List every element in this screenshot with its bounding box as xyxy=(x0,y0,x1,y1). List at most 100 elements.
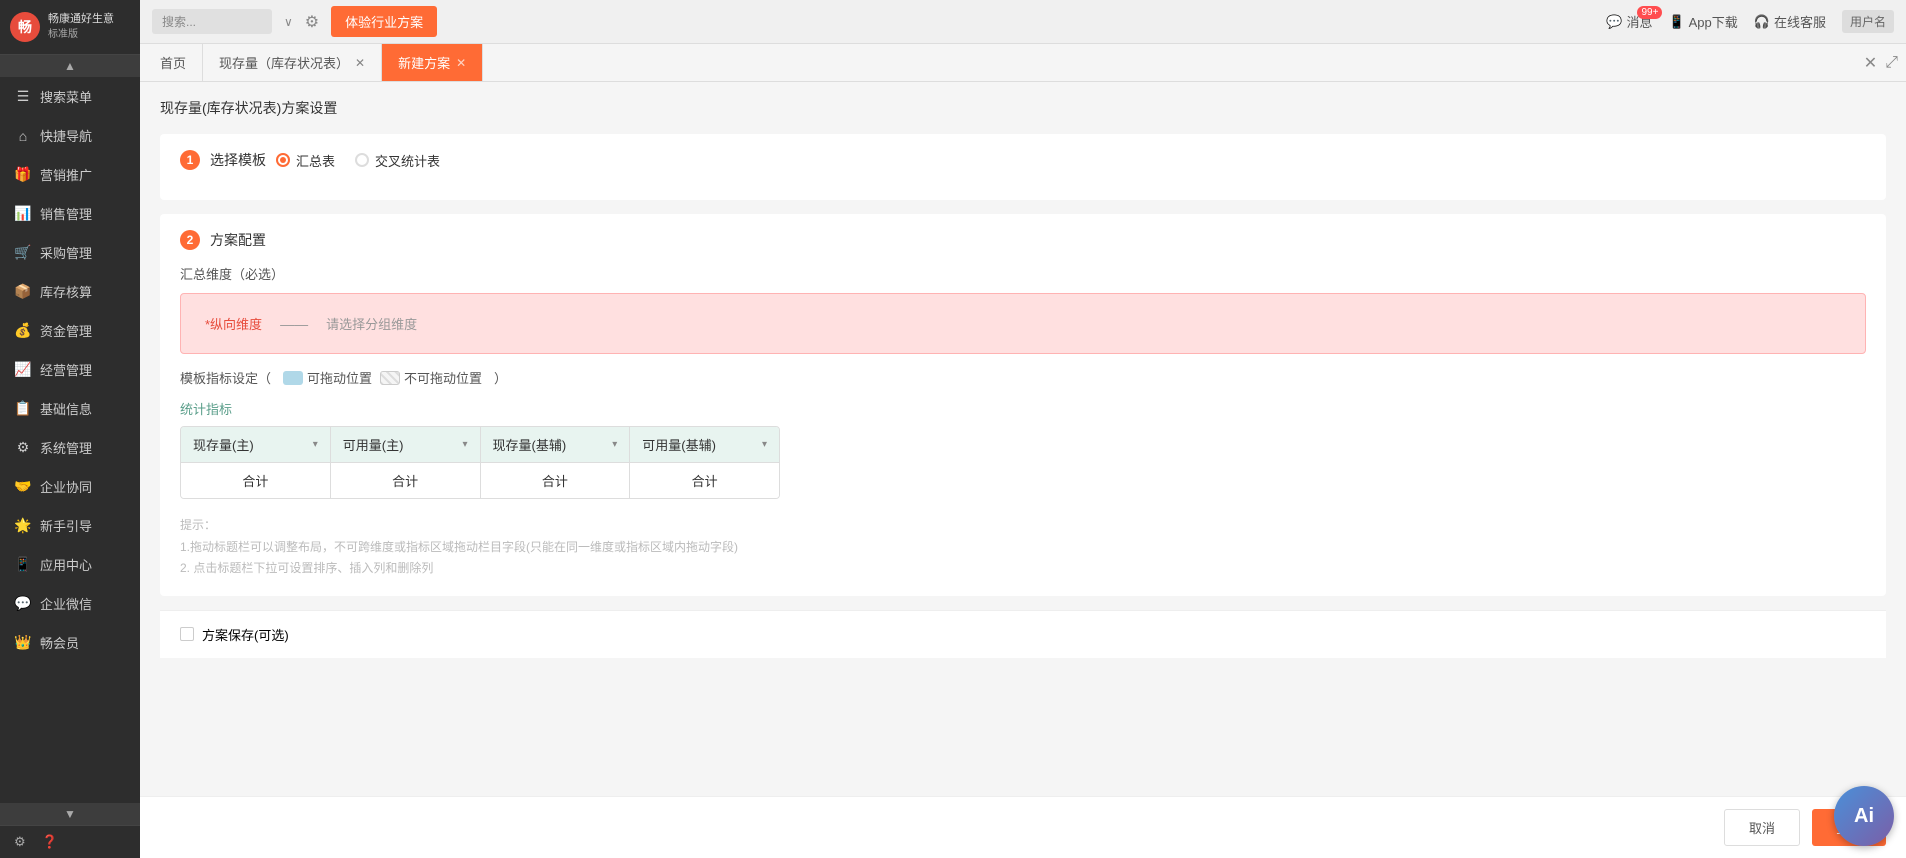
trend-icon: 📈 xyxy=(14,361,32,379)
sidebar-logo: 畅 畅康通好生意 标准版 xyxy=(0,0,140,55)
dimension-box[interactable]: *纵向维度 —— 请选择分组维度 xyxy=(180,293,1866,354)
stats-col-4-label: 可用量(基辅) xyxy=(642,435,716,454)
sidebar-item-label: 企业微信 xyxy=(40,594,92,613)
tab-home[interactable]: 首页 xyxy=(140,44,203,81)
sidebar-item-member[interactable]: 👑 畅会员 xyxy=(0,623,140,662)
save-checkbox[interactable] xyxy=(180,627,194,641)
sidebar-item-operations[interactable]: 📈 经营管理 xyxy=(0,350,140,389)
app-download-label: App下载 xyxy=(1689,12,1738,31)
radio-dot-cross xyxy=(355,153,369,167)
cancel-button[interactable]: 取消 xyxy=(1724,809,1800,846)
sidebar-item-label: 营销推广 xyxy=(40,165,92,184)
app-download-button[interactable]: 📱 App下载 xyxy=(1668,12,1737,31)
sidebar-item-label: 系统管理 xyxy=(40,438,92,457)
stats-cell-3: 合计 xyxy=(481,463,631,498)
online-service-button[interactable]: 🎧 在线客服 xyxy=(1754,12,1826,31)
phone-icon: 📱 xyxy=(14,556,32,574)
sidebar-scroll-down[interactable]: ▼ xyxy=(0,803,140,825)
sidebar-item-label: 新手引导 xyxy=(40,516,92,535)
gift-icon: 🎁 xyxy=(14,166,32,184)
download-icon: 📱 xyxy=(1668,14,1684,30)
stats-col-4[interactable]: 可用量(基辅) ▾ xyxy=(630,427,779,462)
sidebar-item-label: 采购管理 xyxy=(40,243,92,262)
sidebar-item-finance[interactable]: 💰 资金管理 xyxy=(0,311,140,350)
tab-new-plan-close-icon[interactable]: ✕ xyxy=(456,56,466,70)
col2-chevron-icon: ▾ xyxy=(462,439,467,450)
sidebar-item-basic-info[interactable]: 📋 基础信息 xyxy=(0,389,140,428)
content-area: 现存量(库存状况表)方案设置 1 选择模板 汇总表 xyxy=(140,82,1906,858)
sidebar: 畅 畅康通好生意 标准版 ▲ ☰ 搜索菜单 ⌂ 快捷导航 🎁 营销推广 📊 销售… xyxy=(0,0,140,858)
indicator-settings-label: 模板指标设定（ xyxy=(180,368,271,387)
sidebar-item-label: 经营管理 xyxy=(40,360,92,379)
trial-button[interactable]: 体验行业方案 xyxy=(331,6,437,37)
stats-cell-1: 合计 xyxy=(181,463,331,498)
tips-section: 提示： 1.拖动标题栏可以调整布局，不可跨维度或指标区域拖动栏目字段(只能在同一… xyxy=(180,515,1866,580)
sidebar-item-wechat[interactable]: 💬 企业微信 xyxy=(0,584,140,623)
expand-tab-btn[interactable]: ⤢ xyxy=(1885,54,1898,72)
step1-title: 选择模板 xyxy=(210,150,266,170)
stats-col-3[interactable]: 现存量(基辅) ▾ xyxy=(481,427,631,462)
indicator-legend: 可拖动位置 不可拖动位置 xyxy=(283,368,482,387)
user-avatar[interactable]: 用户名 xyxy=(1842,10,1894,33)
sidebar-scroll-up[interactable]: ▲ xyxy=(0,55,140,77)
dimension-required: *纵向维度 xyxy=(205,314,262,333)
ai-assistant-button[interactable]: Ai xyxy=(1834,786,1894,846)
stats-cell-4: 合计 xyxy=(630,463,779,498)
tab-inventory[interactable]: 现存量（库存状况表） ✕ xyxy=(203,44,382,81)
topbar-search[interactable]: 搜索... xyxy=(152,9,272,34)
stats-section: 统计指标 现存量(主) ▾ 可用量(主) ▾ xyxy=(180,399,1866,499)
col4-chevron-icon: ▾ xyxy=(762,439,767,450)
stats-col-2-label: 可用量(主) xyxy=(343,435,404,454)
radio-cross[interactable]: 交叉统计表 xyxy=(355,151,440,170)
tab-home-label: 首页 xyxy=(160,53,186,72)
sidebar-item-label: 畅会员 xyxy=(40,633,79,652)
tab-new-plan[interactable]: 新建方案 ✕ xyxy=(382,44,483,81)
chat-icon: 💬 xyxy=(14,595,32,613)
gear-icon: ⚙ xyxy=(14,439,32,457)
stats-table: 现存量(主) ▾ 可用量(主) ▾ 现存量(基辅) ▾ xyxy=(180,426,780,499)
sidebar-item-quick-nav[interactable]: ⌂ 快捷导航 xyxy=(0,116,140,155)
topbar-gear-icon[interactable]: ⚙ xyxy=(305,12,319,32)
template-radio-group: 汇总表 交叉统计表 xyxy=(276,151,440,170)
dropdown-arrow-icon[interactable]: ∨ xyxy=(284,15,293,29)
sidebar-item-label: 基础信息 xyxy=(40,399,92,418)
sidebar-item-label: 应用中心 xyxy=(40,555,92,574)
tab-inventory-label: 现存量（库存状况表） xyxy=(219,53,349,72)
app-name: 畅康通好生意 xyxy=(48,12,114,27)
sidebar-nav: ☰ 搜索菜单 ⌂ 快捷导航 🎁 营销推广 📊 销售管理 🛒 采购管理 📦 库存核… xyxy=(0,77,140,803)
sidebar-item-guide[interactable]: 🌟 新手引导 xyxy=(0,506,140,545)
stats-table-header: 现存量(主) ▾ 可用量(主) ▾ 现存量(基辅) ▾ xyxy=(181,427,779,462)
sidebar-item-app-center[interactable]: 📱 应用中心 xyxy=(0,545,140,584)
clipboard-icon: 📋 xyxy=(14,400,32,418)
close-tab-btn[interactable]: ✕ xyxy=(1864,53,1877,73)
tip2: 2. 点击标题栏下拉可设置排序、插入列和删除列 xyxy=(180,558,1866,580)
section-choose-template: 1 选择模板 汇总表 交叉统计表 xyxy=(160,134,1886,200)
message-button[interactable]: 💬 消息 99+ xyxy=(1606,12,1652,31)
sidebar-item-sales[interactable]: 📊 销售管理 xyxy=(0,194,140,233)
settings-icon[interactable]: ⚙ xyxy=(14,834,26,850)
radio-summary[interactable]: 汇总表 xyxy=(276,151,335,170)
money-icon: 💰 xyxy=(14,322,32,340)
legend-draggable-label: 可拖动位置 xyxy=(307,368,372,387)
indicator-settings-suffix: ） xyxy=(494,368,507,387)
sidebar-item-enterprise[interactable]: 🤝 企业协同 xyxy=(0,467,140,506)
help-icon[interactable]: ❓ xyxy=(42,834,58,850)
service-icon: 🎧 xyxy=(1754,14,1770,30)
message-badge: 99+ xyxy=(1637,6,1662,19)
sidebar-item-inventory[interactable]: 📦 库存核算 xyxy=(0,272,140,311)
online-service-label: 在线客服 xyxy=(1774,12,1826,31)
box-icon: 📦 xyxy=(14,283,32,301)
step2-title: 方案配置 xyxy=(210,230,266,250)
sidebar-item-label: 快捷导航 xyxy=(40,126,92,145)
tab-bar: 首页 现存量（库存状况表） ✕ 新建方案 ✕ ✕ ⤢ xyxy=(140,44,1906,82)
stats-col-2[interactable]: 可用量(主) ▾ xyxy=(331,427,481,462)
col3-chevron-icon: ▾ xyxy=(612,439,617,450)
sidebar-item-marketing[interactable]: 🎁 营销推广 xyxy=(0,155,140,194)
tab-inventory-close-icon[interactable]: ✕ xyxy=(355,56,365,70)
stats-col-1[interactable]: 现存量(主) ▾ xyxy=(181,427,331,462)
sidebar-item-purchase[interactable]: 🛒 采购管理 xyxy=(0,233,140,272)
sidebar-item-search-menu[interactable]: ☰ 搜索菜单 xyxy=(0,77,140,116)
home-icon: ⌂ xyxy=(14,127,32,145)
sidebar-item-system[interactable]: ⚙ 系统管理 xyxy=(0,428,140,467)
step1-badge: 1 xyxy=(180,150,200,170)
